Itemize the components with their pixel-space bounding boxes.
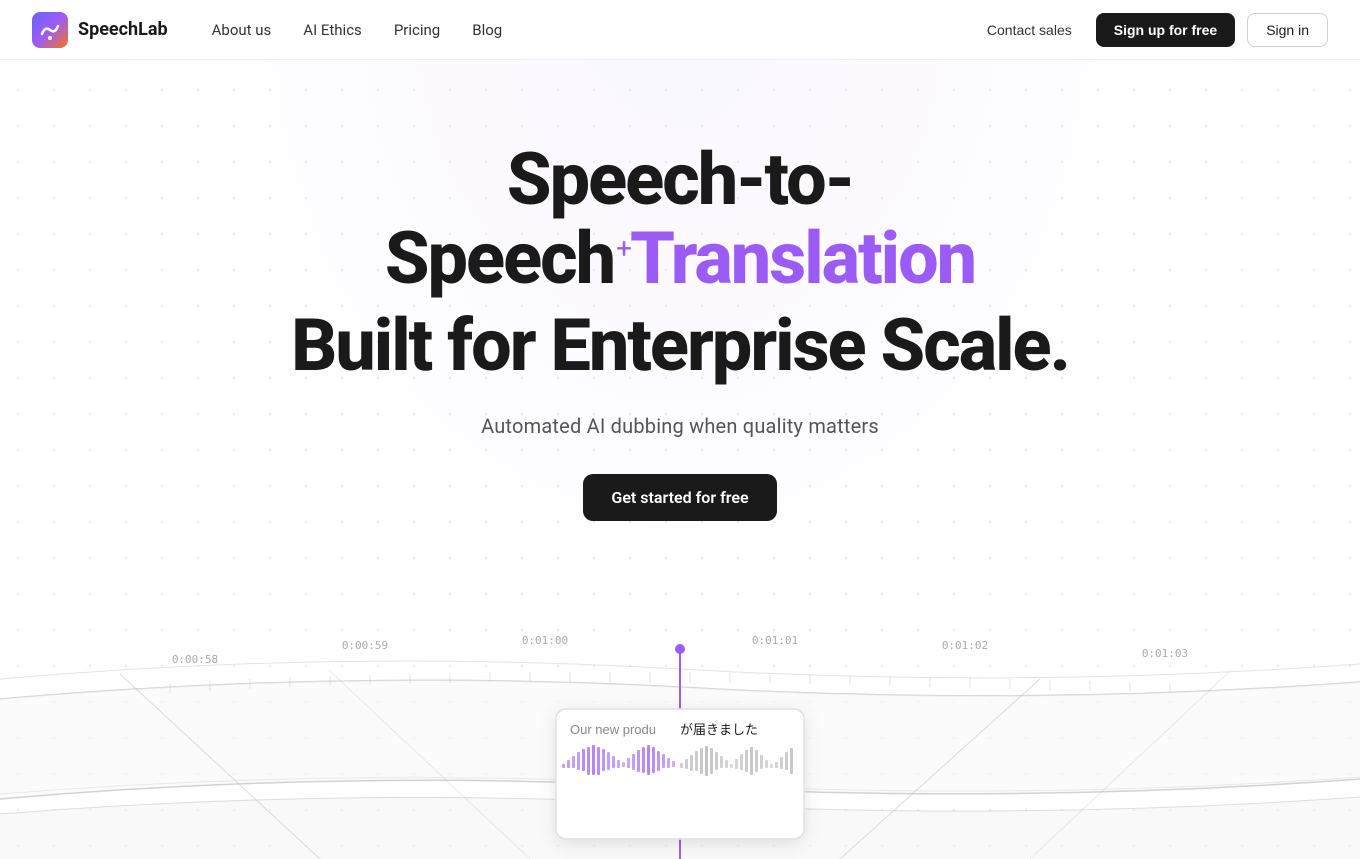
hero-description: Automated AI dubbing when quality matter… <box>250 414 1110 438</box>
timeline-visualization: 0:00:58 0:00:59 0:01:00 0:01:01 0:01:02 … <box>0 619 1360 859</box>
svg-text:0:01:00: 0:01:00 <box>522 634 568 647</box>
signin-button[interactable]: Sign in <box>1247 13 1328 47</box>
svg-text:0:00:59: 0:00:59 <box>342 639 388 652</box>
svg-text:0:01:02: 0:01:02 <box>942 639 988 652</box>
svg-text:Our new produ: Our new produ <box>570 722 656 737</box>
nav-link-pricing[interactable]: Pricing <box>382 15 452 45</box>
hero-title-line1: Speech-to-Speech+Translation <box>250 140 1110 298</box>
nav-link-ai-ethics[interactable]: AI Ethics <box>291 15 374 45</box>
nav-link-blog[interactable]: Blog <box>460 15 514 45</box>
signup-button[interactable]: Sign up for free <box>1096 13 1235 47</box>
get-started-button[interactable]: Get started for free <box>583 474 776 521</box>
logo-icon <box>32 12 68 48</box>
svg-text:0:01:01: 0:01:01 <box>752 634 798 647</box>
svg-text:が届きました: が届きました <box>680 722 758 737</box>
svg-text:0:00:58: 0:00:58 <box>172 653 218 666</box>
brand-name: SpeechLab <box>78 19 168 40</box>
hero-title-line2: Built for Enterprise Scale. <box>250 306 1110 385</box>
timeline-svg: 0:00:58 0:00:59 0:01:00 0:01:01 0:01:02 … <box>0 619 1360 859</box>
nav-link-about-us[interactable]: About us <box>200 15 284 45</box>
hero-content: Speech-to-Speech+Translation Built for E… <box>230 140 1130 521</box>
navbar: SpeechLab About us AI Ethics Pricing Blo… <box>0 0 1360 60</box>
nav-right: Contact sales Sign up for free Sign in <box>975 13 1328 47</box>
title-plus: + <box>616 232 630 265</box>
svg-text:0:01:03: 0:01:03 <box>1142 647 1188 660</box>
hero-section: Speech-to-Speech+Translation Built for E… <box>0 0 1360 859</box>
title-highlight: Translation <box>630 216 975 301</box>
logo[interactable]: SpeechLab <box>32 12 168 48</box>
contact-sales-button[interactable]: Contact sales <box>975 14 1084 46</box>
nav-links: About us AI Ethics Pricing Blog <box>200 15 515 45</box>
nav-left: SpeechLab About us AI Ethics Pricing Blo… <box>32 12 514 48</box>
